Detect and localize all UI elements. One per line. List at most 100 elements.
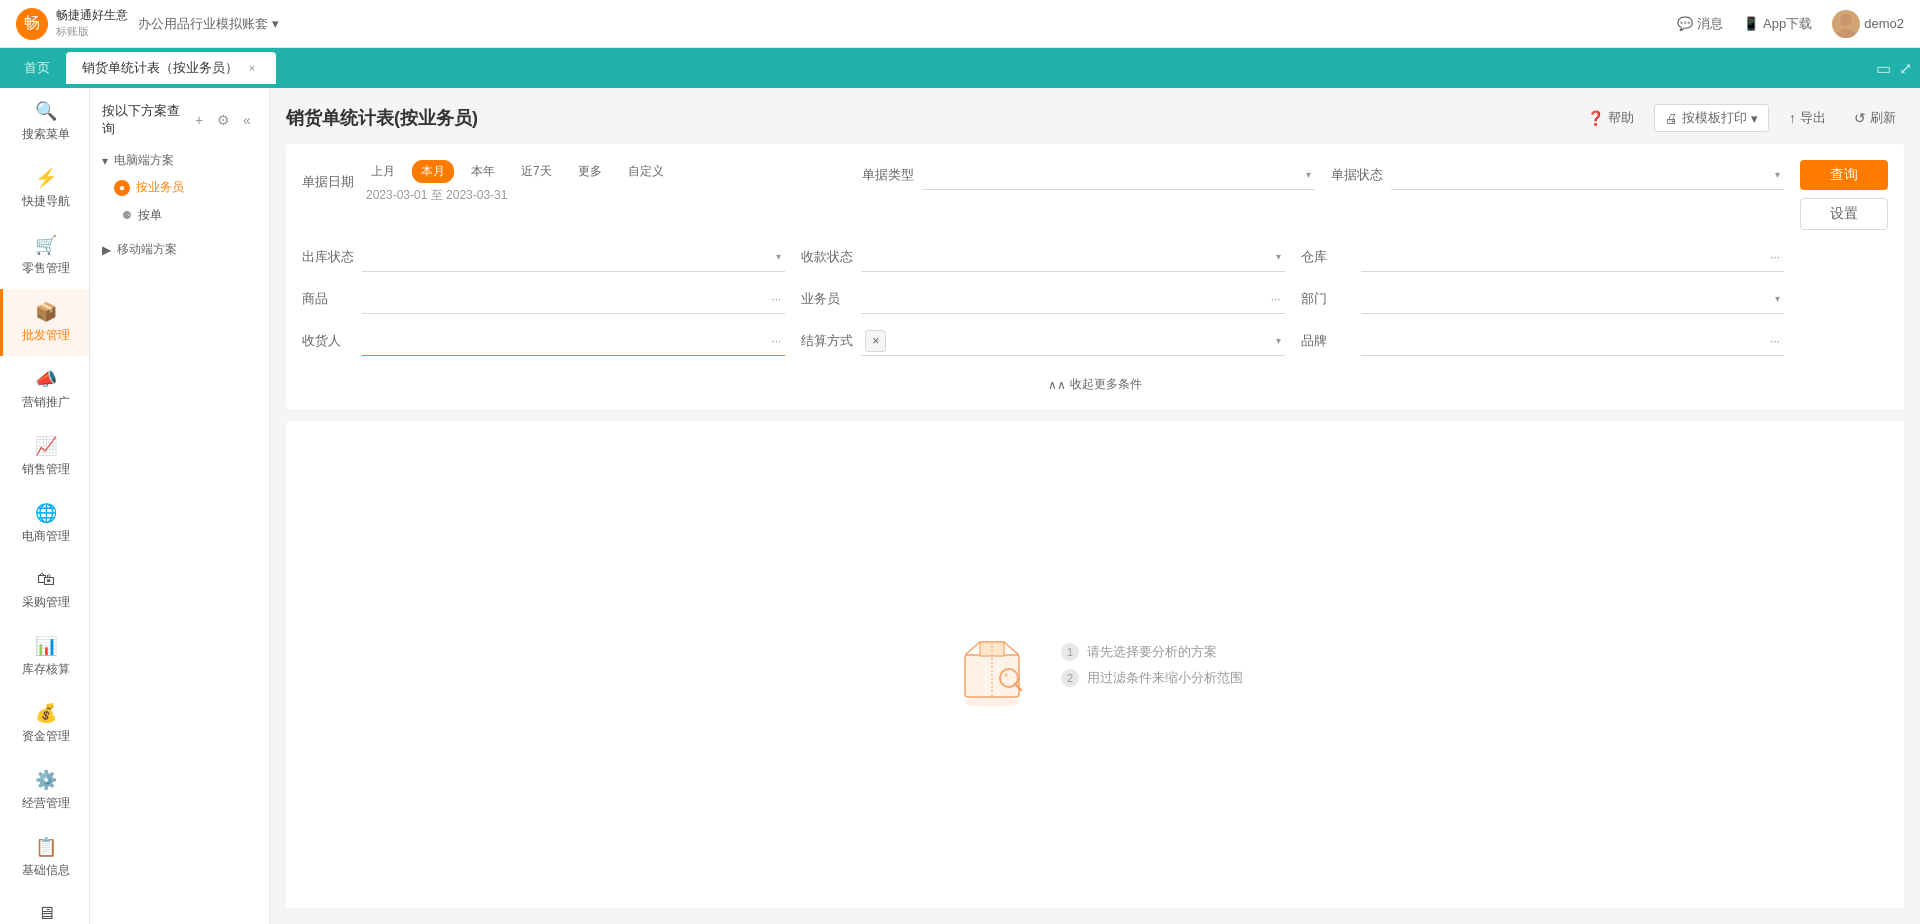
doc-status-select[interactable]: ▾ (1391, 160, 1784, 190)
logo-text-area: 畅捷通好生意 标账版 (56, 8, 128, 39)
salesperson-input[interactable] (861, 284, 1284, 314)
scheme-item-by-salesperson[interactable]: ● 按业务员 (90, 173, 269, 202)
consignee-input[interactable] (362, 326, 785, 356)
download-icon: 📱 (1743, 16, 1759, 31)
collapse-up-icon: ∧∧ (1048, 378, 1066, 392)
collapse-conditions-btn[interactable]: ∧∧ 收起更多条件 (302, 368, 1888, 393)
date-btn-this-year[interactable]: 本年 (462, 160, 504, 183)
scheme-settings-btn[interactable]: ⚙ (213, 110, 233, 130)
tab-close-btn[interactable]: × (244, 60, 260, 76)
tip-num-1: 1 (1061, 643, 1079, 661)
out-status-area: ▾ (362, 242, 785, 272)
date-label: 单据日期 (302, 173, 354, 191)
sidebar-item-inventory[interactable]: 📊 库存核算 (0, 623, 89, 690)
brand-input[interactable] (1361, 326, 1784, 356)
filter-panel: 按以下方案查询 + ⚙ « ▾ 电脑端方案 (90, 88, 270, 924)
filter-card: 单据日期 上月 本月 本年 近7天 更多 自定义 2023-03-01 至 20… (286, 144, 1904, 409)
page-title: 销货单统计表(按业务员) (286, 106, 478, 130)
sidebar-item-system[interactable]: 🖥 系统管理 (0, 891, 89, 924)
tab-active[interactable]: 销货单统计表（按业务员） × (66, 52, 276, 84)
add-scheme-btn[interactable]: + (189, 110, 209, 130)
inventory-icon: 📊 (35, 635, 57, 657)
active-tab-label: 销货单统计表（按业务员） (82, 59, 238, 77)
department-area: ▾ (1361, 284, 1784, 314)
query-btn[interactable]: 查询 (1800, 160, 1888, 190)
ecommerce-icon: 🌐 (35, 502, 57, 524)
out-status-label: 出库状态 (302, 248, 354, 266)
settle-tag-close[interactable]: × (872, 334, 879, 348)
empty-tip-2: 2 用过滤条件来缩小分析范围 (1061, 669, 1243, 687)
basic-icon: 📋 (35, 836, 57, 858)
date-btn-last-month[interactable]: 上月 (362, 160, 404, 183)
salesperson-more-icon[interactable]: ··· (1271, 292, 1281, 306)
sidebar-item-basic[interactable]: 📋 基础信息 (0, 824, 89, 891)
goods-area: ··· (362, 284, 785, 314)
out-status-select[interactable]: ▾ (362, 242, 785, 272)
print-dropdown-icon: ▾ (1751, 111, 1758, 126)
tab-home[interactable]: 首页 (8, 52, 66, 84)
scheme-sub-item-by-order[interactable]: ⚈ 按单 (90, 202, 269, 229)
consignee-more-icon[interactable]: ··· (771, 334, 781, 348)
brand-more-icon[interactable]: ··· (1770, 334, 1780, 348)
tab-expand-icon[interactable]: ⤢ (1899, 59, 1912, 78)
help-btn[interactable]: ❓ 帮助 (1579, 105, 1642, 131)
wholesale-icon: 📦 (35, 301, 57, 323)
date-btn-more[interactable]: 更多 (569, 160, 611, 183)
date-btn-this-month[interactable]: 本月 (412, 160, 454, 183)
scheme-group-desktop-label[interactable]: ▾ 电脑端方案 (90, 148, 269, 173)
content-area: 按以下方案查询 + ⚙ « ▾ 电脑端方案 (90, 88, 1920, 924)
tab-minimize-icon[interactable]: ▭ (1876, 59, 1891, 78)
template-print-btn[interactable]: 🖨 按模板打印 ▾ (1654, 104, 1769, 132)
warehouse-more-icon[interactable]: ··· (1770, 250, 1780, 264)
date-btn-7days[interactable]: 近7天 (512, 160, 561, 183)
settle-method-select[interactable]: × ▾ (861, 326, 1284, 356)
search-icon: 🔍 (35, 100, 57, 122)
filter-row-4: 收货人 ··· 结算方式 × (302, 326, 1888, 356)
receipt-status-select[interactable]: ▾ (861, 242, 1284, 272)
messages-btn[interactable]: 💬 消息 (1677, 15, 1723, 33)
warehouse-input[interactable] (1361, 242, 1784, 272)
department-label: 部门 (1301, 290, 1353, 308)
svg-rect-4 (980, 642, 1004, 656)
doc-type-select[interactable]: ▾ (922, 160, 1315, 190)
filter-panel-header: 按以下方案查询 + ⚙ « (90, 96, 269, 144)
sidebar-item-sales[interactable]: 📈 销售管理 (0, 423, 89, 490)
date-btn-custom[interactable]: 自定义 (619, 160, 673, 183)
salesperson-area: ··· (861, 284, 1284, 314)
export-icon: ↑ (1789, 110, 1796, 126)
sidebar-item-search[interactable]: 🔍 搜索菜单 (0, 88, 89, 155)
sidebar-item-purchase[interactable]: 🛍 采购管理 (0, 557, 89, 623)
refresh-btn[interactable]: ↺ 刷新 (1846, 105, 1904, 131)
collapse-icon: « (243, 112, 251, 128)
settle-method-area: × ▾ (861, 326, 1284, 356)
logo-icon: 畅 (16, 8, 48, 40)
logo-area: 畅 畅捷通好生意 标账版 (16, 8, 128, 40)
scheme-group-mobile-label[interactable]: ▶ 移动端方案 (90, 237, 269, 262)
logo-tag: 标账版 (56, 24, 128, 39)
breadcrumb[interactable]: 办公用品行业模拟账套 ▾ (138, 15, 279, 33)
finance-icon: 💰 (35, 702, 57, 724)
export-btn[interactable]: ↑ 导出 (1781, 105, 1834, 131)
goods-input[interactable] (362, 284, 785, 314)
department-select[interactable]: ▾ (1361, 284, 1784, 314)
sidebar-item-wholesale[interactable]: 📦 批发管理 (0, 289, 89, 356)
svg-point-1 (1836, 29, 1856, 38)
breadcrumb-chevron: ▾ (272, 16, 279, 31)
warehouse-area: ··· (1361, 242, 1784, 272)
sidebar-item-marketing[interactable]: 📣 营销推广 (0, 356, 89, 423)
sidebar-item-operation[interactable]: ⚙️ 经营管理 (0, 757, 89, 824)
main-content: 销货单统计表(按业务员) ❓ 帮助 🖨 按模板打印 ▾ ↑ 导出 (270, 88, 1920, 924)
date-filter-row: 上月 本月 本年 近7天 更多 自定义 (362, 160, 846, 183)
sidebar-item-quicknav[interactable]: ⚡ 快捷导航 (0, 155, 89, 222)
scheme-collapse-btn[interactable]: « (237, 110, 257, 130)
user-name: demo2 (1864, 16, 1904, 31)
app-download-btn[interactable]: 📱 App下载 (1743, 15, 1812, 33)
sidebar-item-ecommerce[interactable]: 🌐 电商管理 (0, 490, 89, 557)
empty-illustration (947, 620, 1037, 710)
sidebar-item-finance[interactable]: 💰 资金管理 (0, 690, 89, 757)
empty-tips: 1 请先选择要分析的方案 2 用过滤条件来缩小分析范围 (1061, 643, 1243, 687)
user-area[interactable]: demo2 (1832, 10, 1904, 38)
settings-filter-btn[interactable]: 设置 (1800, 198, 1888, 230)
goods-more-icon[interactable]: ··· (771, 292, 781, 306)
sidebar-item-retail[interactable]: 🛒 零售管理 (0, 222, 89, 289)
